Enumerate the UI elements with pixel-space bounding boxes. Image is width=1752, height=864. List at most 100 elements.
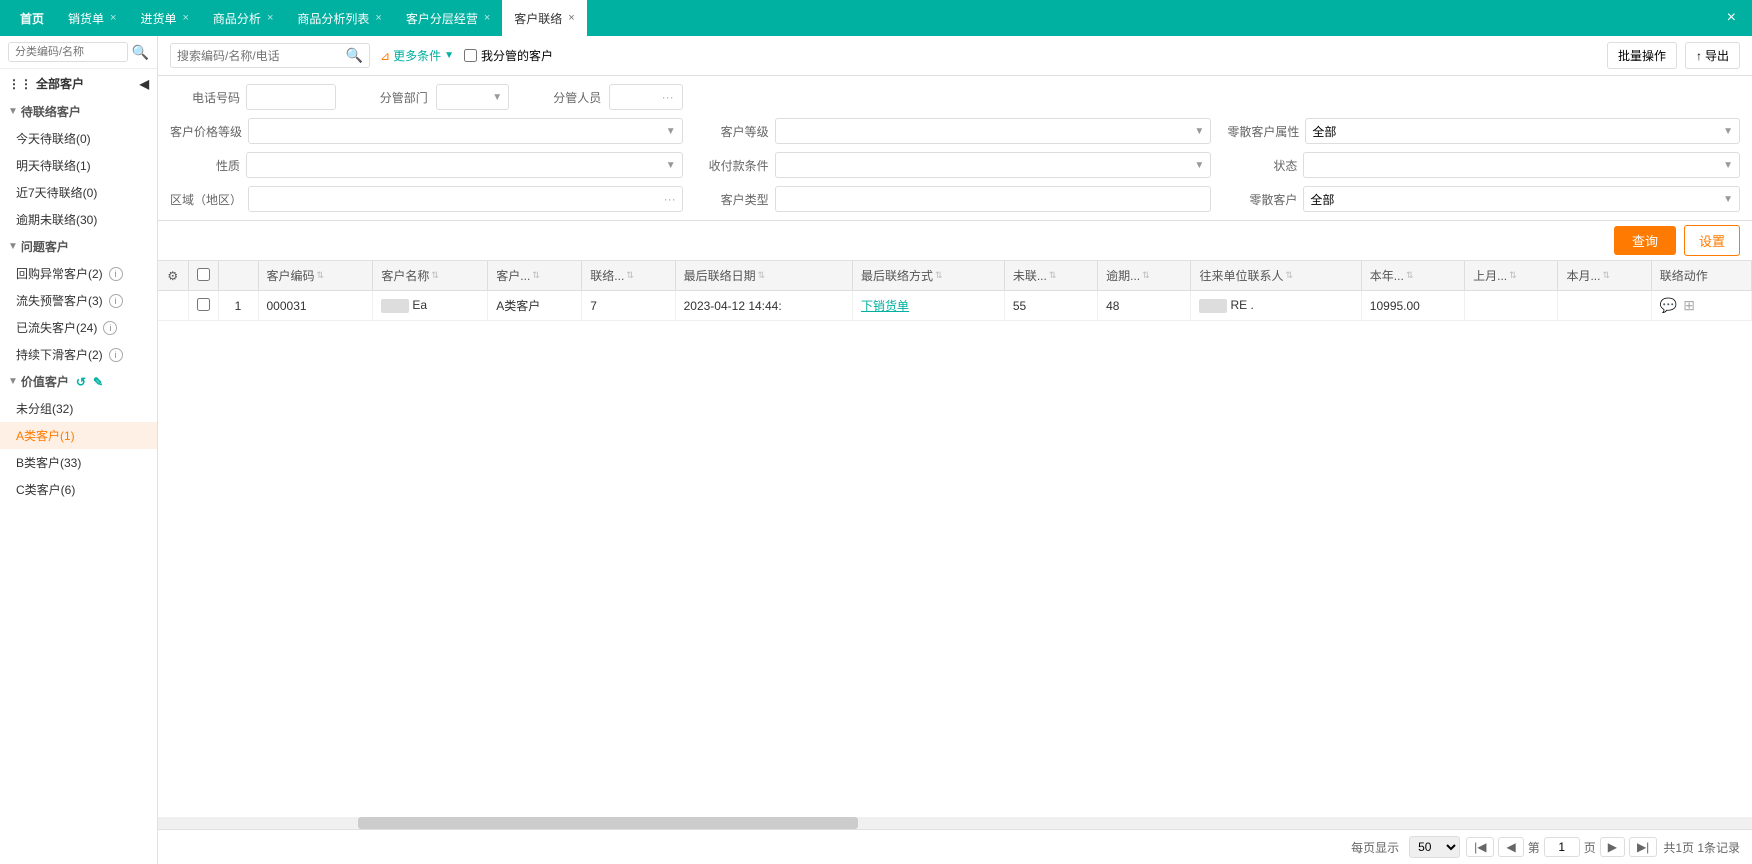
close-analysis-icon[interactable]: ×	[267, 12, 273, 24]
refresh-value-icon[interactable]: ↺	[76, 375, 86, 389]
close-sales-icon[interactable]: ×	[110, 12, 116, 24]
row-last-method[interactable]: 下销货单	[852, 291, 1004, 321]
last-date-sort-icon[interactable]: ⇅	[758, 270, 766, 281]
ungrouped-label: 未分组(32)	[16, 400, 73, 417]
nav-tab-home[interactable]: 首页	[8, 0, 56, 36]
person-select[interactable]: ···	[609, 84, 682, 110]
row-no-contact: 55	[1004, 291, 1097, 321]
row-name[interactable]: Ea	[373, 291, 488, 321]
loss-warning-info-icon[interactable]: i	[109, 294, 123, 308]
status-select[interactable]: ▼	[1303, 152, 1740, 178]
sidebar-item-rebuy-abnormal[interactable]: 回购异常客户(2) i	[0, 260, 157, 287]
settings-button[interactable]: 设置	[1684, 225, 1740, 256]
lost-info-icon[interactable]: i	[103, 321, 117, 335]
this-month-sort-icon[interactable]: ⇅	[1602, 270, 1610, 281]
sidebar-item-tomorrow[interactable]: 明天待联络(1)	[0, 152, 157, 179]
pending-contact-header[interactable]: ▼ 待联络客户	[0, 98, 157, 125]
sidebar-item-declining[interactable]: 持续下滑客户(2) i	[0, 341, 157, 368]
overdue-sort-icon[interactable]: ⇅	[1142, 270, 1150, 281]
payment-select[interactable]: ▼	[775, 152, 1212, 178]
nav-tab-sales[interactable]: 销货单 ×	[56, 0, 128, 36]
th-this-year: 本年...⇅	[1361, 261, 1464, 291]
message-icon[interactable]: 💬	[1660, 297, 1677, 314]
sidebar-item-today[interactable]: 今天待联络(0)	[0, 125, 157, 152]
page-input[interactable]	[1544, 837, 1580, 857]
code-sort-icon[interactable]: ⇅	[317, 270, 325, 281]
region-select[interactable]: ···	[248, 186, 683, 212]
unit-contact-sort-icon[interactable]: ⇅	[1285, 270, 1293, 281]
nature-chevron: ▼	[666, 160, 676, 171]
filter-row-price: 客户价格等级 ▼ 客户等级 ▼ 零散客户属性 全部	[170, 118, 1740, 144]
contact-sort-icon[interactable]: ⇅	[626, 270, 634, 281]
name-sort-icon[interactable]: ⇅	[431, 270, 439, 281]
scatter-customer-select[interactable]: 全部 ▼	[1303, 186, 1740, 212]
last-method-sort-icon[interactable]: ⇅	[935, 270, 943, 281]
region-dots[interactable]: ···	[664, 192, 676, 206]
filter-search-input[interactable]	[177, 49, 342, 63]
close-purchase-icon[interactable]: ×	[182, 12, 188, 24]
filter-search-icon[interactable]: 🔍	[346, 47, 363, 64]
next-page-button[interactable]: ▶	[1600, 837, 1625, 857]
sidebar-search-icon[interactable]: 🔍	[132, 44, 149, 61]
close-analysis-list-icon[interactable]: ×	[375, 12, 381, 24]
sidebar-item-lost[interactable]: 已流失客户(24) i	[0, 314, 157, 341]
all-customers-header[interactable]: ⋮⋮ 全部客户 ◀	[0, 69, 157, 98]
declining-info-icon[interactable]: i	[109, 348, 123, 362]
sidebar-item-7days[interactable]: 近7天待联络(0)	[0, 179, 157, 206]
query-button[interactable]: 查询	[1614, 226, 1676, 255]
edit-value-icon[interactable]: ✎	[93, 375, 103, 389]
scatter-attr-select[interactable]: 全部 ▼	[1305, 118, 1740, 144]
horizontal-scrollbar[interactable]	[158, 817, 1752, 829]
nav-tab-analysis[interactable]: 商品分析 ×	[201, 0, 285, 36]
sidebar-item-class-b[interactable]: B类客户(33)	[0, 449, 157, 476]
nav-tab-customer-mgmt[interactable]: 客户分层经营 ×	[394, 0, 502, 36]
nature-select[interactable]: ▼	[246, 152, 683, 178]
row-check[interactable]	[188, 291, 218, 321]
my-customers-checkbox-area[interactable]: 我分管的客户	[464, 47, 553, 64]
customer-type-input[interactable]	[775, 186, 1212, 212]
problem-customers-header[interactable]: ▼ 问题客户	[0, 233, 157, 260]
first-page-button[interactable]: |◀	[1466, 837, 1494, 857]
row-checkbox[interactable]	[197, 298, 210, 311]
nav-tab-analysis-list[interactable]: 商品分析列表 ×	[285, 0, 393, 36]
sidebar-item-loss-warning[interactable]: 流失预警客户(3) i	[0, 287, 157, 314]
sidebar-item-class-a[interactable]: A类客户(1)	[0, 422, 157, 449]
nav-tab-customer-contact[interactable]: 客户联络 ×	[502, 0, 586, 36]
last-month-sort-icon[interactable]: ⇅	[1509, 270, 1517, 281]
th-settings[interactable]: ⚙	[158, 261, 188, 291]
close-all-icon[interactable]: ×	[1719, 9, 1744, 27]
close-customer-mgmt-icon[interactable]: ×	[484, 12, 490, 24]
nav-tab-purchase[interactable]: 进货单 ×	[128, 0, 200, 36]
last-method-link[interactable]: 下销货单	[861, 299, 909, 313]
value-customers-header[interactable]: ▼ 价值客户 ↺ ✎	[0, 368, 157, 395]
select-all-checkbox[interactable]	[197, 268, 210, 281]
customer-grade-label: 客户等级	[699, 123, 769, 140]
my-customers-checkbox[interactable]	[464, 49, 477, 62]
phone-input[interactable]	[246, 84, 336, 110]
link-icon[interactable]: ⊞	[1683, 297, 1695, 314]
no-contact-sort-icon[interactable]: ⇅	[1049, 270, 1057, 281]
th-check[interactable]	[188, 261, 218, 291]
batch-op-button[interactable]: 批量操作	[1607, 42, 1677, 69]
scrollbar-thumb[interactable]	[358, 817, 858, 829]
customer-grade-select[interactable]: ▼	[775, 118, 1212, 144]
export-button[interactable]: ↑ 导出	[1685, 42, 1740, 69]
row-code[interactable]: 000031	[258, 291, 373, 321]
type-sort-icon[interactable]: ⇅	[532, 270, 540, 281]
tomorrow-label: 明天待联络(1)	[16, 157, 91, 174]
last-page-button[interactable]: ▶|	[1629, 837, 1657, 857]
more-filter-btn[interactable]: ⊿ 更多条件 ▼	[380, 47, 454, 64]
sidebar-search-input[interactable]	[8, 42, 128, 62]
close-customer-contact-icon[interactable]: ×	[568, 12, 574, 24]
sidebar-item-class-c[interactable]: C类客户(6)	[0, 476, 157, 503]
prev-page-button[interactable]: ◀	[1498, 837, 1523, 857]
sidebar-item-ungrouped[interactable]: 未分组(32)	[0, 395, 157, 422]
this-year-sort-icon[interactable]: ⇅	[1406, 270, 1414, 281]
rebuy-info-icon[interactable]: i	[109, 267, 123, 281]
price-grade-select[interactable]: ▼	[248, 118, 683, 144]
row-this-month	[1558, 291, 1651, 321]
sidebar-item-overdue[interactable]: 逾期未联络(30)	[0, 206, 157, 233]
dept-select[interactable]: ▼	[436, 84, 509, 110]
collapse-all-icon[interactable]: ◀	[140, 77, 149, 91]
page-size-select[interactable]: 50 100	[1409, 836, 1460, 858]
